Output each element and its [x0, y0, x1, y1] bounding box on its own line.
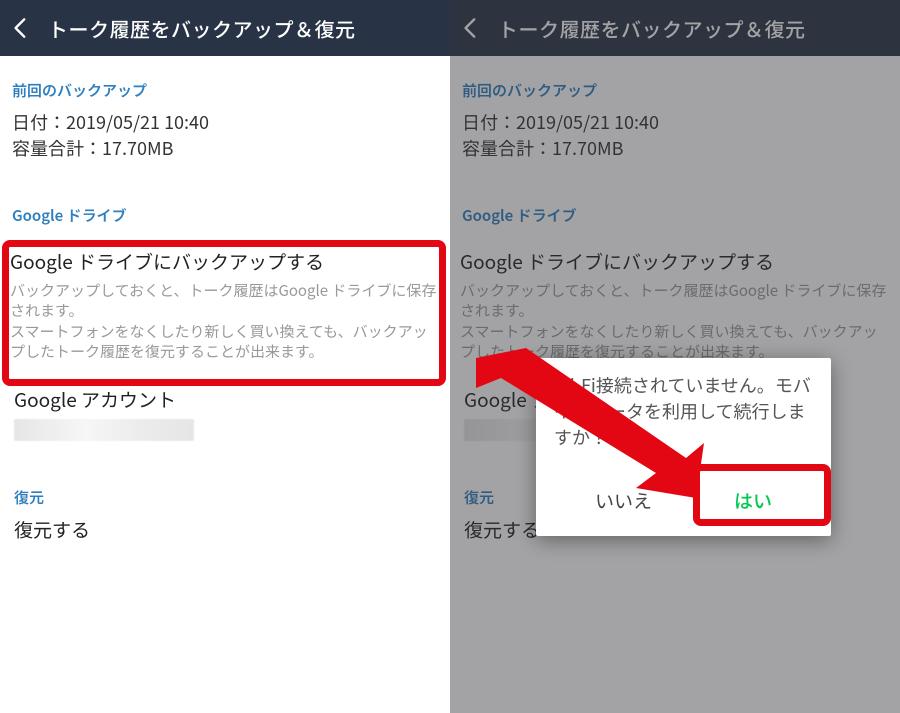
backup-date-line: 日付：2019/05/21 10:40: [12, 109, 438, 135]
size-label: 容量合計：: [12, 135, 102, 161]
backup-to-drive-item[interactable]: Google ドライブにバックアップする バックアップしておくと、トーク履歴はG…: [0, 240, 450, 372]
size-value: 17.70MB: [102, 135, 173, 161]
google-account-item[interactable]: Google アカウント: [0, 372, 450, 445]
right-screenshot: トーク履歴をバックアップ＆復元 前回のバックアップ 日付：2019/05/21 …: [450, 0, 900, 713]
date-value: 2019/05/21 10:40: [66, 109, 209, 135]
account-title: Google アカウント: [14, 386, 436, 413]
content-area: 前回のバックアップ 日付：2019/05/21 10:40 容量合計：17.70…: [0, 56, 450, 713]
header-bar: トーク履歴をバックアップ＆復元: [0, 0, 450, 56]
restore-label: 復元: [14, 487, 436, 508]
last-backup-section: 前回のバックアップ 日付：2019/05/21 10:40 容量合計：17.70…: [0, 56, 450, 167]
backup-size-line: 容量合計：17.70MB: [12, 135, 438, 161]
dialog-yes-button[interactable]: はい: [720, 481, 786, 520]
backup-title: Google ドライブにバックアップする: [10, 248, 440, 275]
restore-section: 復元 復元する: [0, 473, 450, 557]
last-backup-label: 前回のバックアップ: [12, 80, 438, 101]
dialog-message: Wi-Fi接続されていません。モバイルデータを利用して続行しますか？: [554, 372, 813, 481]
date-label: 日付：: [12, 109, 66, 135]
backup-desc-1: バックアップしておくと、トーク履歴はGoogle ドライブに保存されます。: [10, 281, 440, 322]
dialog-button-row: いいえ はい: [554, 481, 813, 528]
modal-backdrop: [450, 0, 900, 713]
backup-desc-2: スマートフォンをなくしたり新しく買い換えても、バックアップしたトーク履歴を復元す…: [10, 322, 440, 363]
wifi-confirm-dialog: Wi-Fi接続されていません。モバイルデータを利用して続行しますか？ いいえ は…: [536, 358, 831, 536]
back-icon[interactable]: [8, 15, 34, 41]
left-screenshot: トーク履歴をバックアップ＆復元 前回のバックアップ 日付：2019/05/21 …: [0, 0, 450, 713]
page-title: トーク履歴をバックアップ＆復元: [48, 14, 356, 43]
drive-section: Google ドライブ: [0, 167, 450, 240]
drive-label: Google ドライブ: [12, 205, 438, 226]
restore-item[interactable]: 復元する: [14, 516, 436, 543]
dialog-no-button[interactable]: いいえ: [581, 481, 666, 520]
account-value-redacted: [14, 419, 194, 441]
